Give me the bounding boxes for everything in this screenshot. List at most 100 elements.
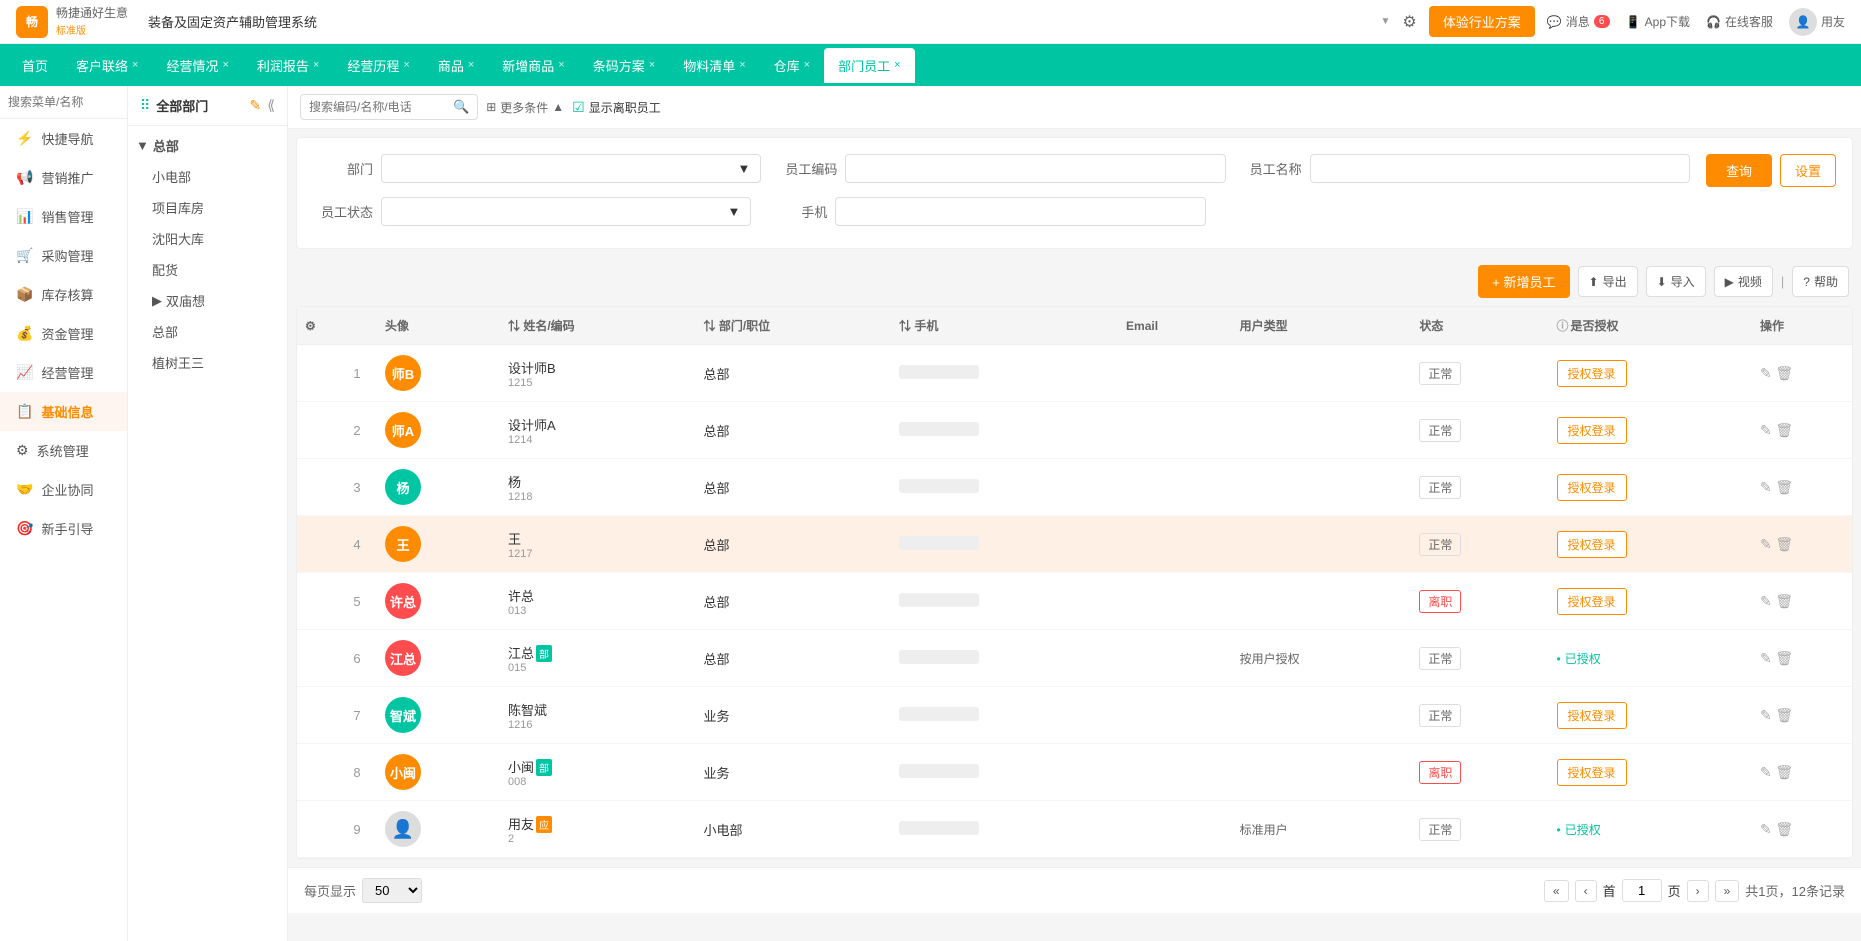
- edit-icon[interactable]: ✎: [1760, 707, 1772, 723]
- auth-button[interactable]: 授权登录: [1557, 360, 1627, 387]
- sidebar-item-inventory[interactable]: 📦 库存核算: [0, 275, 127, 314]
- app-download-action[interactable]: 📱 App下载: [1626, 13, 1690, 30]
- sidebar-item-biz[interactable]: 📈 经营管理: [0, 353, 127, 392]
- empcode-input[interactable]: [845, 154, 1225, 183]
- close-icon[interactable]: ×: [558, 59, 564, 71]
- close-icon[interactable]: ×: [468, 59, 474, 71]
- more-conditions-btn[interactable]: ⊞ 更多条件 ▲: [486, 99, 564, 116]
- dept-item-zongbu[interactable]: 总部: [128, 316, 287, 347]
- prev-page-button[interactable]: ‹: [1575, 880, 1597, 902]
- close-icon[interactable]: ×: [313, 59, 319, 71]
- settings-icon[interactable]: ⚙: [305, 319, 316, 333]
- tab-profit[interactable]: 利润报告 ×: [243, 48, 333, 83]
- export-button[interactable]: ⬆ 导出: [1578, 266, 1638, 297]
- auth-button[interactable]: 授权登录: [1557, 474, 1627, 501]
- close-icon[interactable]: ×: [894, 59, 900, 71]
- sidebar-item-guide[interactable]: 🎯 新手引导: [0, 509, 127, 548]
- sidebar-item-finance[interactable]: 💰 资金管理: [0, 314, 127, 353]
- auth-button[interactable]: 授权登录: [1557, 531, 1627, 558]
- close-icon[interactable]: ×: [739, 59, 745, 71]
- delete-icon[interactable]: 🗑: [1775, 536, 1793, 552]
- tab-customer[interactable]: 客户联络 ×: [62, 48, 152, 83]
- close-icon[interactable]: ×: [804, 59, 810, 71]
- close-icon[interactable]: ×: [132, 59, 138, 71]
- delete-icon[interactable]: 🗑: [1775, 707, 1793, 723]
- dept-edit-icon[interactable]: ✎: [249, 97, 261, 114]
- first-page-button[interactable]: «: [1544, 880, 1569, 902]
- tab-operation[interactable]: 经营情况 ×: [152, 48, 242, 83]
- delete-icon[interactable]: 🗑: [1775, 593, 1793, 609]
- close-icon[interactable]: ×: [649, 59, 655, 71]
- tab-employees[interactable]: 部门员工 ×: [824, 48, 914, 83]
- th-phone[interactable]: ⇅ 手机: [891, 307, 1118, 345]
- dept-select[interactable]: ▼: [381, 154, 761, 183]
- sidebar-item-collab[interactable]: 🤝 企业协同: [0, 470, 127, 509]
- next-page-button[interactable]: ›: [1687, 880, 1709, 902]
- dept-collapse-icon[interactable]: ⟪: [267, 97, 275, 114]
- dept-item-peihuo[interactable]: 配货: [128, 254, 287, 285]
- page-input[interactable]: [1622, 879, 1662, 902]
- trial-button[interactable]: 体验行业方案: [1429, 6, 1535, 37]
- dept-item-xiangmukufang[interactable]: 项目库房: [128, 192, 287, 223]
- tab-history[interactable]: 经营历程 ×: [333, 48, 423, 83]
- search-icon[interactable]: 🔍: [453, 99, 469, 115]
- dept-item-root[interactable]: ▼ 总部: [128, 130, 287, 161]
- per-page-select[interactable]: 50 20 100: [362, 878, 422, 903]
- delete-icon[interactable]: 🗑: [1775, 479, 1793, 495]
- empname-input[interactable]: [1310, 154, 1690, 183]
- user-area[interactable]: 👤 用友: [1789, 8, 1845, 36]
- message-action[interactable]: 💬 消息 6: [1547, 13, 1610, 30]
- tab-goods[interactable]: 商品 ×: [424, 48, 488, 83]
- edit-icon[interactable]: ✎: [1760, 821, 1772, 837]
- phone-input[interactable]: [835, 197, 1205, 226]
- close-icon[interactable]: ×: [403, 59, 409, 71]
- tab-bom[interactable]: 物料清单 ×: [669, 48, 759, 83]
- add-employee-button[interactable]: + 新增员工: [1478, 265, 1569, 298]
- tab-warehouse[interactable]: 仓库 ×: [760, 48, 824, 83]
- import-button[interactable]: ⬇ 导入: [1646, 266, 1706, 297]
- online-service-action[interactable]: 🎧 在线客服: [1706, 13, 1773, 30]
- show-resigned-checkbox[interactable]: ☑ 显示离职员工: [572, 99, 661, 116]
- employee-search-input[interactable]: [309, 100, 449, 114]
- sidebar-item-sales[interactable]: 📊 销售管理: [0, 197, 127, 236]
- col-settings[interactable]: ⚙: [297, 307, 337, 345]
- delete-icon[interactable]: 🗑: [1775, 764, 1793, 780]
- tab-home[interactable]: 首页: [8, 48, 62, 83]
- help-button[interactable]: ? 帮助: [1792, 266, 1849, 297]
- query-button[interactable]: 查询: [1706, 154, 1772, 187]
- dept-item-zhishu[interactable]: 植树王三: [128, 347, 287, 378]
- tab-add-goods[interactable]: 新增商品 ×: [488, 48, 578, 83]
- sidebar-item-basic[interactable]: 📋 基础信息: [0, 392, 127, 431]
- edit-icon[interactable]: ✎: [1760, 365, 1772, 381]
- dept-item-xiaodibu[interactable]: 小电部: [128, 161, 287, 192]
- dept-item-shuangmiaoxiang[interactable]: ▶ 双庙想: [128, 285, 287, 316]
- filter-settings-button[interactable]: 设置: [1780, 154, 1836, 187]
- dropdown-arrow[interactable]: ▼: [1380, 16, 1390, 27]
- dept-item-shenyangdaku[interactable]: 沈阳大库: [128, 223, 287, 254]
- sidebar-item-purchase[interactable]: 🛒 采购管理: [0, 236, 127, 275]
- delete-icon[interactable]: 🗑: [1775, 650, 1793, 666]
- edit-icon[interactable]: ✎: [1760, 764, 1772, 780]
- delete-icon[interactable]: 🗑: [1775, 422, 1793, 438]
- sidebar-item-marketing[interactable]: 📢 营销推广: [0, 158, 127, 197]
- auth-button[interactable]: 授权登录: [1557, 702, 1627, 729]
- view-button[interactable]: ▶ 视频: [1714, 266, 1773, 297]
- status-select[interactable]: ▼: [381, 197, 751, 226]
- close-icon[interactable]: ×: [222, 59, 228, 71]
- th-name[interactable]: ⇅ 姓名/编码: [500, 307, 696, 345]
- last-page-button[interactable]: »: [1715, 880, 1740, 902]
- tab-barcode[interactable]: 条码方案 ×: [579, 48, 669, 83]
- sidebar-item-system[interactable]: ⚙ 系统管理: [0, 431, 127, 470]
- auth-button[interactable]: 授权登录: [1557, 588, 1627, 615]
- auth-button[interactable]: 授权登录: [1557, 417, 1627, 444]
- edit-icon[interactable]: ✎: [1760, 422, 1772, 438]
- edit-icon[interactable]: ✎: [1760, 536, 1772, 552]
- auth-button[interactable]: 授权登录: [1557, 759, 1627, 786]
- edit-icon[interactable]: ✎: [1760, 479, 1772, 495]
- sidebar-item-quicknav[interactable]: ⚡ 快捷导航: [0, 119, 127, 158]
- th-dept[interactable]: ⇅ 部门/职位: [696, 307, 892, 345]
- settings-icon[interactable]: ⚙: [1402, 12, 1416, 32]
- delete-icon[interactable]: 🗑: [1775, 365, 1793, 381]
- edit-icon[interactable]: ✎: [1760, 650, 1772, 666]
- sidebar-search-input[interactable]: [8, 95, 128, 109]
